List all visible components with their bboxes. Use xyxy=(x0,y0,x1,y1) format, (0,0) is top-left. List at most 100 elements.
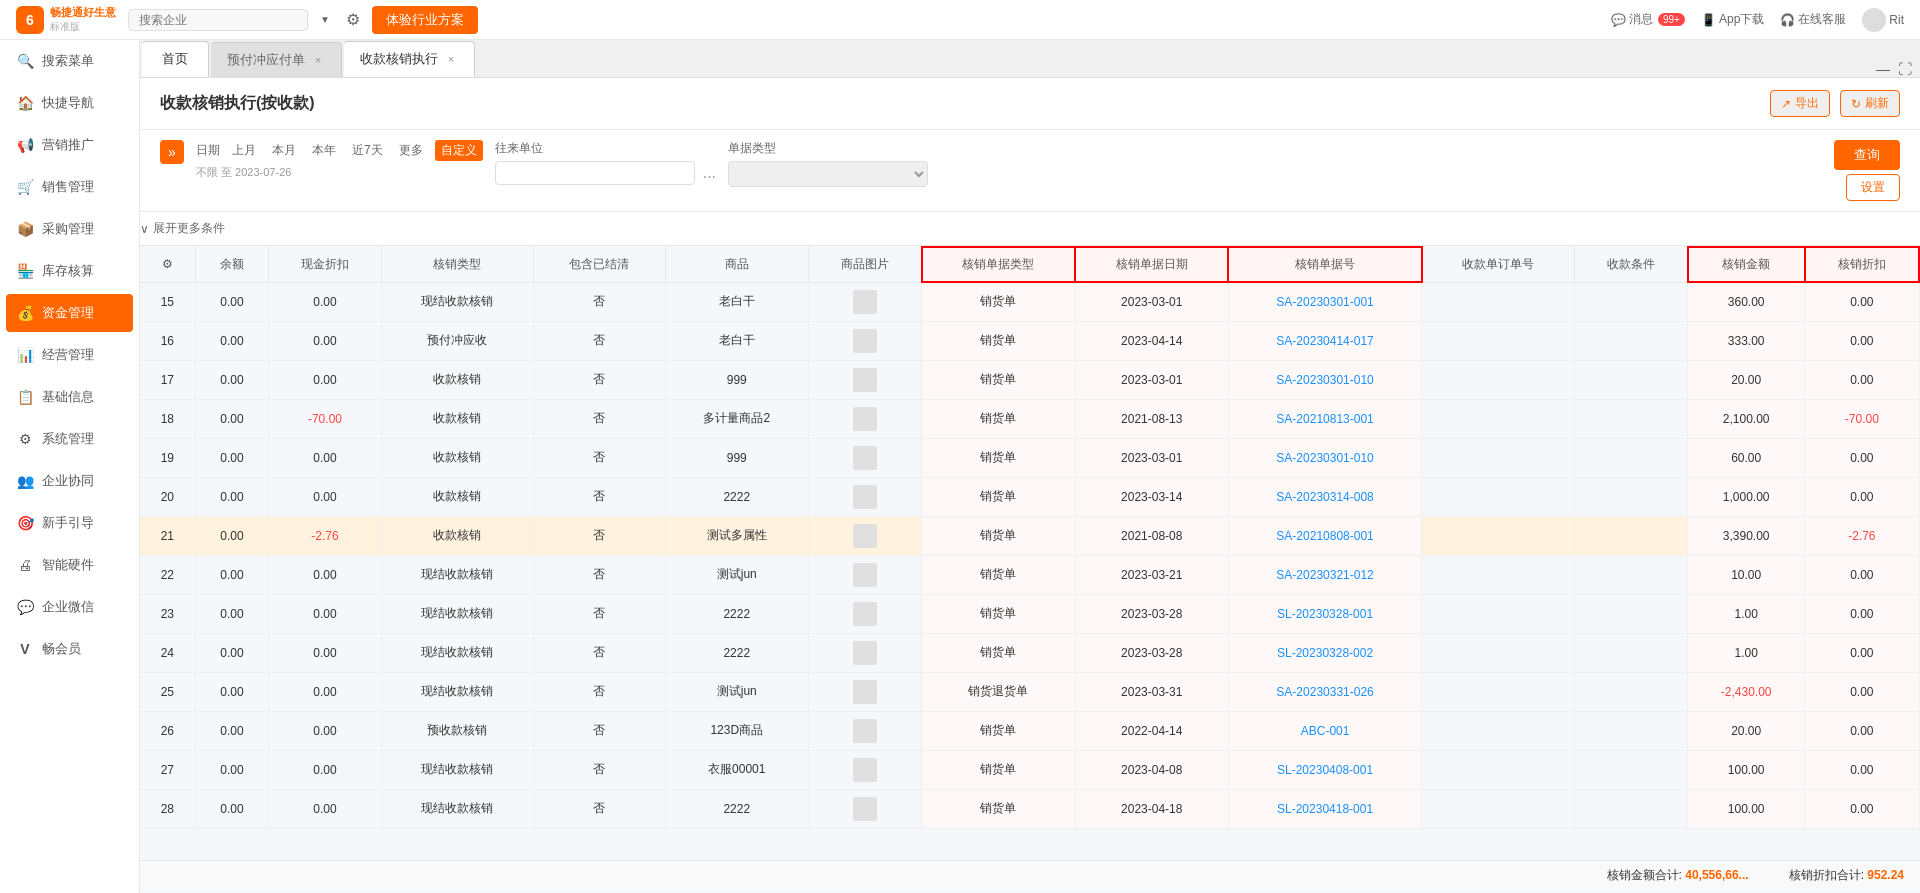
doc-no-link[interactable]: SL-20230408-001 xyxy=(1277,763,1373,777)
sidebar-item-operations[interactable]: 📊 经营管理 xyxy=(0,334,139,376)
doc-no-link[interactable]: SA-20230321-012 xyxy=(1276,568,1373,582)
cell-order-no xyxy=(1422,750,1575,789)
filter-expand-button[interactable]: » xyxy=(160,140,184,164)
cell-cash-discount: 0.00 xyxy=(269,594,382,633)
cell-goods-img xyxy=(808,477,921,516)
cell-settled: 否 xyxy=(533,594,665,633)
sidebar-item-collab[interactable]: 👥 企业协同 xyxy=(0,460,139,502)
maximize-icon[interactable]: ⛶ xyxy=(1898,61,1912,77)
doc-type-select[interactable] xyxy=(728,161,928,187)
table-container[interactable]: ⚙ 余额 现金折扣 核销类型 包含已结清 商品 商品图片 核销单据类型 核销单据… xyxy=(140,246,1920,860)
cell-pay-cond xyxy=(1574,711,1687,750)
cell-goods-img xyxy=(808,399,921,438)
sidebar-item-marketing[interactable]: 📢 营销推广 xyxy=(0,124,139,166)
doc-no-link[interactable]: SA-20230414-017 xyxy=(1276,334,1373,348)
cell-goods-img xyxy=(808,555,921,594)
cell-pay-cond xyxy=(1574,282,1687,321)
date-btn-more[interactable]: 更多 xyxy=(395,140,427,161)
sidebar-item-purchase[interactable]: 📦 采购管理 xyxy=(0,208,139,250)
doc-no-link[interactable]: SL-20230328-001 xyxy=(1277,607,1373,621)
doc-no-link[interactable]: SL-20230418-001 xyxy=(1277,802,1373,816)
cell-doc-no: SA-20230301-001 xyxy=(1228,282,1421,321)
cell-doc-no: SL-20230328-002 xyxy=(1228,633,1421,672)
cell-doc-type: 销货单 xyxy=(922,711,1075,750)
table-row: 23 0.00 0.00 现结收款核销 否 2222 销货单 2023-03-2… xyxy=(140,594,1919,633)
cell-amount: 20.00 xyxy=(1688,711,1805,750)
doc-no-link[interactable]: SA-20210808-001 xyxy=(1276,529,1373,543)
doc-no-link[interactable]: SA-20230301-001 xyxy=(1276,295,1373,309)
minimize-icon[interactable]: — xyxy=(1876,61,1890,77)
cell-doc-type: 销货退货单 xyxy=(922,672,1075,711)
cell-doc-date: 2023-03-28 xyxy=(1075,633,1228,672)
messages-button[interactable]: 💬 消息 99+ xyxy=(1611,11,1685,28)
table-footer: 核销金额合计: 40,556,66... 核销折扣合计: 952.24 xyxy=(140,860,1920,890)
refresh-button[interactable]: ↻ 刷新 xyxy=(1840,90,1900,117)
sidebar-item-inventory[interactable]: 🏪 库存核算 xyxy=(0,250,139,292)
sidebar-item-guide[interactable]: 🎯 新手引导 xyxy=(0,502,139,544)
settings-icon[interactable]: ⚙ xyxy=(346,10,360,29)
purchase-icon: 📦 xyxy=(16,220,34,238)
cell-no: 19 xyxy=(140,438,195,477)
tab-prepayment[interactable]: 预付冲应付单 × xyxy=(211,42,342,77)
partner-more-icon[interactable]: ... xyxy=(703,164,716,182)
cell-doc-date: 2023-03-14 xyxy=(1075,477,1228,516)
cell-doc-no: SL-20230408-001 xyxy=(1228,750,1421,789)
date-filter-row: 日期 上月 本月 本年 近7天 更多 自定义 xyxy=(196,140,483,161)
tab-close-prepayment[interactable]: × xyxy=(311,53,325,67)
cell-goods-img xyxy=(808,516,921,555)
company-search-input[interactable] xyxy=(128,9,308,31)
app-download-button[interactable]: 📱 App下载 xyxy=(1701,11,1764,28)
cell-no: 22 xyxy=(140,555,195,594)
sidebar-item-search[interactable]: 🔍 搜索菜单 xyxy=(0,40,139,82)
cell-goods: 999 xyxy=(665,438,808,477)
cell-doc-type: 销货单 xyxy=(922,321,1075,360)
query-button[interactable]: 查询 xyxy=(1834,140,1900,170)
settings-button[interactable]: 设置 xyxy=(1846,174,1900,201)
date-btn-last-month[interactable]: 上月 xyxy=(228,140,260,161)
sidebar-item-system[interactable]: ⚙ 系统管理 xyxy=(0,418,139,460)
date-btn-this-year[interactable]: 本年 xyxy=(308,140,340,161)
tab-writeoff[interactable]: 收款核销执行 × xyxy=(344,41,475,77)
chevron-down-icon: ▼ xyxy=(320,14,330,25)
industry-solution-button[interactable]: 体验行业方案 xyxy=(372,6,478,34)
date-btn-this-month[interactable]: 本月 xyxy=(268,140,300,161)
cell-balance: 0.00 xyxy=(195,555,268,594)
doc-no-link[interactable]: SL-20230328-002 xyxy=(1277,646,1373,660)
doc-no-link[interactable]: SA-20230301-010 xyxy=(1276,451,1373,465)
sidebar-item-sales[interactable]: 🛒 销售管理 xyxy=(0,166,139,208)
doc-no-link[interactable]: SA-20230314-008 xyxy=(1276,490,1373,504)
doc-no-link[interactable]: SA-20230301-010 xyxy=(1276,373,1373,387)
sidebar-item-finance[interactable]: 💰 资金管理 xyxy=(6,294,133,332)
cell-doc-type: 销货单 xyxy=(922,789,1075,828)
th-gear[interactable]: ⚙ xyxy=(140,247,195,282)
cell-goods: 老白干 xyxy=(665,282,808,321)
sidebar-item-hardware[interactable]: 🖨 智能硬件 xyxy=(0,544,139,586)
sidebar-item-basic-info[interactable]: 📋 基础信息 xyxy=(0,376,139,418)
cell-amount: 60.00 xyxy=(1688,438,1805,477)
th-doc-type: 核销单据类型 xyxy=(922,247,1075,282)
tab-home[interactable]: 首页 xyxy=(142,41,209,77)
doc-no-link[interactable]: ABC-001 xyxy=(1301,724,1350,738)
cell-type: 收款核销 xyxy=(381,516,533,555)
cell-cash-discount: 0.00 xyxy=(269,711,382,750)
expand-more-button[interactable]: ∨ 展开更多条件 xyxy=(140,220,1920,237)
doc-no-link[interactable]: SA-20230331-026 xyxy=(1276,685,1373,699)
date-btn-custom[interactable]: 自定义 xyxy=(435,140,483,161)
cell-pay-cond xyxy=(1574,672,1687,711)
cell-no: 26 xyxy=(140,711,195,750)
cell-doc-no: SA-20210808-001 xyxy=(1228,516,1421,555)
online-service-button[interactable]: 🎧 在线客服 xyxy=(1780,11,1846,28)
sidebar-item-nav[interactable]: 🏠 快捷导航 xyxy=(0,82,139,124)
date-btn-7days[interactable]: 近7天 xyxy=(348,140,387,161)
cell-doc-no: SA-20230314-008 xyxy=(1228,477,1421,516)
cell-doc-date: 2023-03-21 xyxy=(1075,555,1228,594)
tab-close-writeoff[interactable]: × xyxy=(444,52,458,66)
cell-goods-img xyxy=(808,672,921,711)
th-goods-image: 商品图片 xyxy=(808,247,921,282)
export-button[interactable]: ↗ 导出 xyxy=(1770,90,1830,117)
sidebar-item-member[interactable]: V 畅会员 xyxy=(0,628,139,670)
doc-no-link[interactable]: SA-20210813-001 xyxy=(1276,412,1373,426)
sidebar-item-wechat[interactable]: 💬 企业微信 xyxy=(0,586,139,628)
partner-input[interactable] xyxy=(495,161,695,185)
user-avatar[interactable]: Rit xyxy=(1862,8,1904,32)
